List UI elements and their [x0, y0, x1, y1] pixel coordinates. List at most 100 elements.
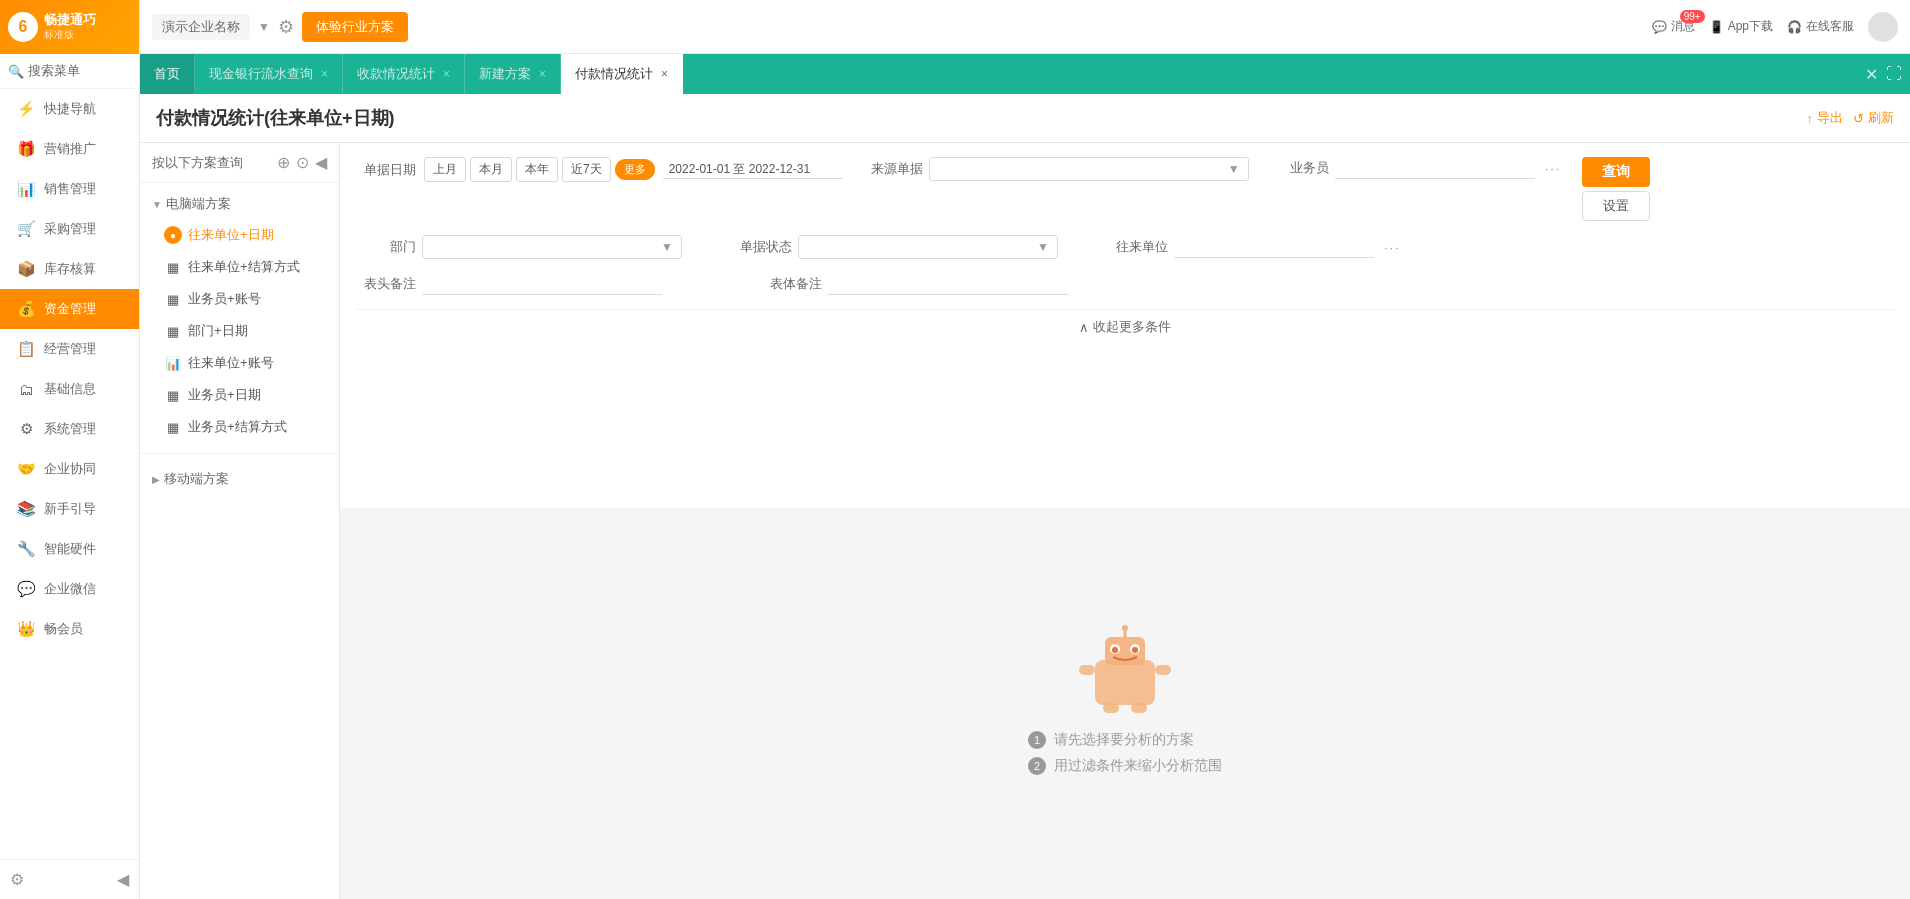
- voucher-status-select[interactable]: ▼: [798, 235, 1058, 259]
- sidebar-item-beginner[interactable]: 📚 新手引导: [0, 489, 139, 529]
- filter-row-1: 单据日期 上月 本月 本年 近7天 更多: [356, 157, 1894, 221]
- sidebar-item-sales[interactable]: 📊 销售管理: [0, 169, 139, 209]
- sidebar-item-smart-hw[interactable]: 🔧 智能硬件: [0, 529, 139, 569]
- sidebar-item-wechat[interactable]: 💬 企业微信: [0, 569, 139, 609]
- scheme-section-desktop: ▼ 电脑端方案 ● 往来单位+日期 ▦ 往来单位+结算方式 ▦: [140, 183, 339, 449]
- refresh-label: 刷新: [1868, 109, 1894, 127]
- scheme-item-unit-date[interactable]: ● 往来单位+日期: [140, 219, 339, 251]
- sidebar-item-purchase[interactable]: 🛒 采购管理: [0, 209, 139, 249]
- scheme-item-unit-settlement[interactable]: ▦ 往来单位+结算方式: [140, 251, 339, 283]
- query-area: 按以下方案查询 ⊕ ⊙ ◀ ▼ 电脑端方案 ●: [140, 143, 1910, 899]
- staff-account-icon: ▦: [164, 290, 182, 308]
- export-btn[interactable]: ↑ 导出: [1807, 109, 1844, 127]
- user-avatar[interactable]: [1868, 12, 1898, 42]
- source-filter-label: 来源单据: [863, 160, 923, 178]
- tab-bank-flow[interactable]: 现金银行流水查询 ×: [195, 54, 343, 94]
- sidebar-item-label: 销售管理: [44, 180, 96, 198]
- tab-receipt-stats-close[interactable]: ×: [443, 67, 450, 81]
- filter-settings-btn[interactable]: 设置: [1582, 191, 1650, 221]
- refresh-btn[interactable]: ↺ 刷新: [1853, 109, 1894, 127]
- sidebar-item-quick-nav[interactable]: ⚡ 快捷导航: [0, 89, 139, 129]
- table-body-note-input[interactable]: [828, 273, 1068, 295]
- sales-icon: 📊: [16, 179, 36, 199]
- scheme-panel: 按以下方案查询 ⊕ ⊙ ◀ ▼ 电脑端方案 ●: [140, 143, 340, 899]
- sidebar-footer: ⚙ ◀: [0, 859, 139, 899]
- table-header-note-input[interactable]: [422, 273, 662, 295]
- unit-account-icon: 📊: [164, 354, 182, 372]
- company-dropdown-icon[interactable]: ▼: [258, 20, 270, 34]
- table-header-note-group: 表头备注: [356, 273, 662, 295]
- online-service-btn[interactable]: 🎧 在线客服: [1787, 18, 1854, 35]
- scheme-item-dept-date[interactable]: ▦ 部门+日期: [140, 315, 339, 347]
- sidebar-item-operation[interactable]: 📋 经营管理: [0, 329, 139, 369]
- collapse-btn[interactable]: ∧ 收起更多条件: [1079, 318, 1171, 336]
- tab-payment-stats-close[interactable]: ×: [661, 67, 668, 81]
- date-btn-this-month[interactable]: 本月: [470, 157, 512, 182]
- scheme-item-label: 业务员+结算方式: [188, 418, 287, 436]
- query-settings-btns: 查询 设置: [1582, 157, 1650, 221]
- tab-expand-btn[interactable]: ⛶: [1886, 65, 1902, 83]
- sidebar-item-system[interactable]: ⚙ 系统管理: [0, 409, 139, 449]
- staff-more-btn[interactable]: ···: [1545, 161, 1562, 176]
- staff-input[interactable]: [1335, 157, 1535, 179]
- sidebar-item-basic-info[interactable]: 🗂 基础信息: [0, 369, 139, 409]
- dept-select[interactable]: ▼: [422, 235, 682, 259]
- search-menu[interactable]: 🔍 搜索菜单: [0, 54, 139, 89]
- tip-num-1: 1: [1028, 731, 1046, 749]
- message-icon: 💬: [1652, 20, 1667, 34]
- tab-close-all-btn[interactable]: ✕: [1865, 65, 1878, 84]
- trial-btn[interactable]: 体验行业方案: [302, 12, 408, 42]
- scheme-item-staff-date[interactable]: ▦ 业务员+日期: [140, 379, 339, 411]
- sidebar-item-label: 营销推广: [44, 140, 96, 158]
- scheme-add-btn[interactable]: ⊕: [277, 153, 290, 172]
- tab-home[interactable]: 首页: [140, 54, 195, 94]
- date-btn-last7[interactable]: 近7天: [562, 157, 611, 182]
- sidebar-item-capital[interactable]: 💰 资金管理: [0, 289, 139, 329]
- page-header: 付款情况统计(往来单位+日期) ↑ 导出 ↺ 刷新: [140, 94, 1910, 143]
- counterpart-more-btn[interactable]: ···: [1384, 240, 1401, 255]
- date-btn-more[interactable]: 更多: [615, 159, 655, 180]
- footer-settings-btn[interactable]: ⚙: [10, 870, 24, 889]
- sidebar-item-inventory[interactable]: 📦 库存核算: [0, 249, 139, 289]
- tab-payment-stats[interactable]: 付款情况统计 ×: [561, 54, 683, 94]
- date-btn-this-year[interactable]: 本年: [516, 157, 558, 182]
- scheme-item-label: 往来单位+账号: [188, 354, 274, 372]
- date-btn-last-month[interactable]: 上月: [424, 157, 466, 182]
- desktop-section-label: 电脑端方案: [166, 195, 231, 213]
- tab-new-scheme[interactable]: 新建方案 ×: [465, 54, 561, 94]
- sidebar-collapse-btn[interactable]: ◀: [117, 870, 129, 889]
- sidebar-item-label: 采购管理: [44, 220, 96, 238]
- scheme-item-unit-account[interactable]: 📊 往来单位+账号: [140, 347, 339, 379]
- tab-receipt-stats[interactable]: 收款情况统计 ×: [343, 54, 465, 94]
- source-filter-group: 来源单据 ▼: [863, 157, 1249, 181]
- headset-icon: 🎧: [1787, 20, 1802, 34]
- message-btn[interactable]: 💬 消息 99+: [1652, 18, 1695, 35]
- table-header-note-label: 表头备注: [356, 275, 416, 293]
- source-select[interactable]: ▼: [929, 157, 1249, 181]
- scheme-item-staff-account[interactable]: ▦ 业务员+账号: [140, 283, 339, 315]
- counterpart-input[interactable]: [1174, 236, 1374, 258]
- tip-text-2: 用过滤条件来缩小分析范围: [1054, 757, 1222, 775]
- scheme-section-desktop-header[interactable]: ▼ 电脑端方案: [140, 189, 339, 219]
- scheme-collapse-btn[interactable]: ◀: [315, 153, 327, 172]
- sidebar-item-member[interactable]: 👑 畅会员: [0, 609, 139, 649]
- app-download-btn[interactable]: 📱 App下载: [1709, 18, 1773, 35]
- scheme-item-label: 往来单位+结算方式: [188, 258, 300, 276]
- scheme-settings-btn[interactable]: ⊙: [296, 153, 309, 172]
- tab-bank-flow-close[interactable]: ×: [321, 67, 328, 81]
- sidebar-item-marketing[interactable]: 🎁 营销推广: [0, 129, 139, 169]
- topbar-settings-icon[interactable]: ⚙: [278, 16, 294, 38]
- query-btn[interactable]: 查询: [1582, 157, 1650, 187]
- page-content: 付款情况统计(往来单位+日期) ↑ 导出 ↺ 刷新 按: [140, 94, 1910, 899]
- staff-input-container: [1335, 157, 1535, 179]
- scheme-item-staff-settlement[interactable]: ▦ 业务员+结算方式: [140, 411, 339, 443]
- scheme-section-mobile-header[interactable]: ▶ 移动端方案: [140, 464, 339, 494]
- company-name[interactable]: 演示企业名称: [152, 14, 250, 40]
- empty-tips: 1 请先选择要分析的方案 2 用过滤条件来缩小分析范围: [1028, 731, 1222, 783]
- tab-new-scheme-close[interactable]: ×: [539, 67, 546, 81]
- system-icon: ⚙: [16, 419, 36, 439]
- sidebar-item-enterprise[interactable]: 🤝 企业协同: [0, 449, 139, 489]
- purchase-icon: 🛒: [16, 219, 36, 239]
- mobile-section-label: 移动端方案: [164, 470, 229, 488]
- date-range-input[interactable]: [663, 160, 843, 179]
